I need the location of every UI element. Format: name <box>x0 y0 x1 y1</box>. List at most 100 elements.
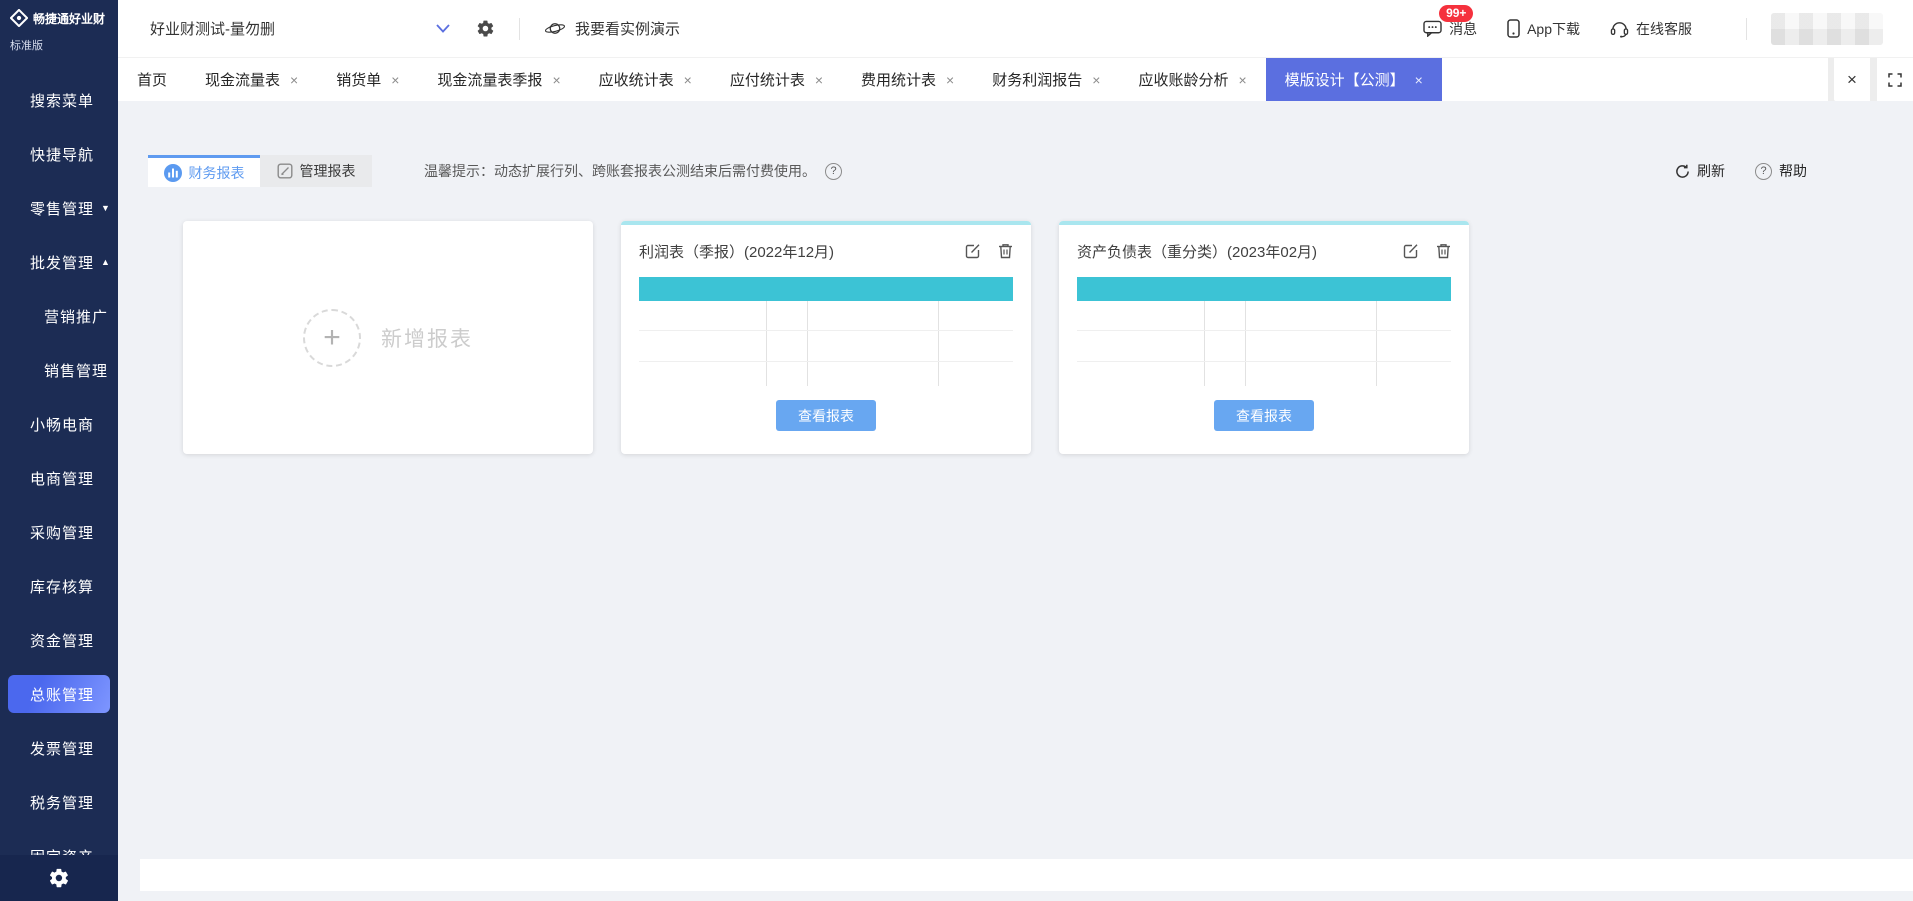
subtab-label: 管理报表 <box>300 161 356 181</box>
close-tab-button[interactable]: × <box>1834 58 1870 101</box>
tab-sales-order[interactable]: 销货单 × <box>317 58 418 101</box>
tab-receivable-stats[interactable]: 应收统计表 × <box>580 58 711 101</box>
tab-profit-report[interactable]: 财务利润报告 × <box>973 58 1119 101</box>
account-selector[interactable]: 好业财测试-量勿删 <box>150 18 450 39</box>
delete-icon[interactable] <box>998 243 1013 259</box>
tab-management-reports[interactable]: 管理报表 <box>260 155 372 187</box>
messages-button[interactable]: 99+ 消息 <box>1423 19 1477 39</box>
chevron-up-icon: ▲ <box>101 257 110 267</box>
report-card-title: 利润表（季报）(2022年12月) <box>639 241 948 262</box>
plus-icon: + <box>303 309 361 367</box>
tab-label: 应收账龄分析 <box>1138 69 1228 90</box>
sidebar-item-search-menu[interactable]: 搜索菜单 <box>0 73 118 127</box>
demo-link-label: 我要看实例演示 <box>575 18 680 39</box>
demo-link[interactable]: 我要看实例演示 <box>544 18 680 39</box>
planet-icon <box>544 20 566 37</box>
sidebar-item-invoice[interactable]: 发票管理 <box>0 721 118 775</box>
app-window: 畅捷通好业财 标准版 好业财测试-量勿删 我要看实例演示 99+ <box>0 0 1913 901</box>
question-icon[interactable]: ? <box>825 163 842 180</box>
app-download-button[interactable]: App下载 <box>1507 19 1580 39</box>
tab-label: 应收统计表 <box>599 69 674 90</box>
headset-icon <box>1610 20 1629 38</box>
document-tabbar: 首页 现金流量表 × 销货单 × 现金流量表季报 × 应收统计表 × 应付统计表… <box>118 57 1913 101</box>
account-selector-value: 好业财测试-量勿删 <box>150 18 275 39</box>
tab-cash-flow[interactable]: 现金流量表 × <box>186 58 317 101</box>
sidebar-item-xiaochang-ecommerce[interactable]: 小畅电商 <box>0 397 118 451</box>
close-icon[interactable]: × <box>1415 73 1423 87</box>
view-report-button[interactable]: 查看报表 <box>776 400 876 431</box>
close-icon[interactable]: × <box>290 73 298 87</box>
tab-expense-stats[interactable]: 费用统计表 × <box>842 58 973 101</box>
close-icon[interactable]: × <box>684 73 692 87</box>
hint-text: 温馨提示：动态扩展行列、跨账套报表公测结束后需付费使用。 ? <box>424 155 842 187</box>
sidebar-item-marketing[interactable]: 营销推广 <box>0 289 118 343</box>
sidebar-item-ecommerce[interactable]: 电商管理 <box>0 451 118 505</box>
delete-icon[interactable] <box>1436 243 1451 259</box>
tabbar-spacer <box>1442 58 1828 101</box>
sidebar-item-retail[interactable]: 零售管理 ▼ <box>0 181 118 235</box>
tabbar-corner: × <box>1828 58 1913 101</box>
tab-cash-flow-quarterly[interactable]: 现金流量表季报 × <box>418 58 579 101</box>
header-divider <box>519 18 520 40</box>
report-preview-grid <box>639 301 1013 386</box>
fullscreen-button[interactable] <box>1877 58 1913 101</box>
report-header-bar <box>639 277 1013 301</box>
edit-icon[interactable] <box>965 243 981 259</box>
sidebar-item-general-ledger-active[interactable]: 总账管理 <box>8 675 110 713</box>
tab-label: 现金流量表季报 <box>437 69 542 90</box>
add-report-label: 新增报表 <box>381 323 473 353</box>
online-service-label: 在线客服 <box>1636 19 1692 39</box>
report-card-title: 资产负债表（重分类）(2023年02月) <box>1077 241 1386 262</box>
tab-financial-reports[interactable]: 财务报表 <box>148 155 260 187</box>
help-button[interactable]: ? 帮助 <box>1755 155 1807 187</box>
tab-aging-analysis[interactable]: 应收账龄分析 × <box>1119 58 1265 101</box>
top-header: 畅捷通好业财 标准版 好业财测试-量勿删 我要看实例演示 99+ <box>0 0 1913 57</box>
chart-circle-icon <box>164 164 182 182</box>
subtab-label: 财务报表 <box>189 163 245 183</box>
close-icon: × <box>1847 70 1857 90</box>
sidebar-item-inventory[interactable]: 库存核算 <box>0 559 118 613</box>
close-icon[interactable]: × <box>946 73 954 87</box>
sidebar-item-purchasing[interactable]: 采购管理 <box>0 505 118 559</box>
close-icon[interactable]: × <box>391 73 399 87</box>
horizontal-scrollbar[interactable] <box>140 859 1913 891</box>
sidebar-footer[interactable] <box>0 855 118 901</box>
tab-payable-stats[interactable]: 应付统计表 × <box>711 58 842 101</box>
user-name-blurred[interactable] <box>1771 13 1883 45</box>
online-service-button[interactable]: 在线客服 <box>1610 19 1692 39</box>
view-report-button[interactable]: 查看报表 <box>1214 400 1314 431</box>
chevron-down-icon <box>436 24 450 33</box>
brand-name: 畅捷通好业财 <box>33 10 105 27</box>
close-icon[interactable]: × <box>1092 73 1100 87</box>
refresh-icon <box>1675 164 1690 179</box>
brand-logo: 畅捷通好业财 标准版 <box>0 0 118 57</box>
close-icon[interactable]: × <box>815 73 823 87</box>
tab-template-design-active[interactable]: 模版设计【公测】 × <box>1266 58 1442 101</box>
sidebar-item-tax[interactable]: 税务管理 <box>0 775 118 829</box>
close-icon[interactable]: × <box>552 73 560 87</box>
report-cards-row: + 新增报表 利润表（季报）(2022年12月) <box>183 221 1913 454</box>
sidebar-item-funds[interactable]: 资金管理 <box>0 613 118 667</box>
report-preview-grid <box>1077 301 1451 386</box>
sidebar-item-wholesale[interactable]: 批发管理 ▲ <box>0 235 118 289</box>
sidebar-item-sales[interactable]: 销售管理 <box>0 343 118 397</box>
edit-doc-icon <box>277 163 293 179</box>
tab-home[interactable]: 首页 <box>118 58 186 101</box>
report-card-balance-sheet: 资产负债表（重分类）(2023年02月) <box>1059 221 1469 454</box>
report-card-profit: 利润表（季报）(2022年12月) <box>621 221 1031 454</box>
refresh-button[interactable]: 刷新 <box>1675 155 1725 187</box>
report-header-bar <box>1077 277 1451 301</box>
settings-gear-icon[interactable] <box>476 19 495 38</box>
messages-badge: 99+ <box>1439 5 1473 22</box>
close-icon[interactable]: × <box>1238 73 1246 87</box>
sidebar-item-quick-nav[interactable]: 快捷导航 <box>0 127 118 181</box>
phone-icon <box>1507 19 1520 38</box>
add-report-card[interactable]: + 新增报表 <box>183 221 593 454</box>
question-icon: ? <box>1755 163 1772 180</box>
app-download-label: App下载 <box>1527 19 1580 39</box>
edit-icon[interactable] <box>1403 243 1419 259</box>
messages-label: 消息 <box>1449 19 1477 39</box>
edition-label: 标准版 <box>10 37 112 53</box>
tab-label: 财务利润报告 <box>992 69 1082 90</box>
report-subtabs: 财务报表 管理报表 温馨提示：动态扩展行列、跨账套报表公测结束后需付费使用。 ? <box>148 155 1913 187</box>
